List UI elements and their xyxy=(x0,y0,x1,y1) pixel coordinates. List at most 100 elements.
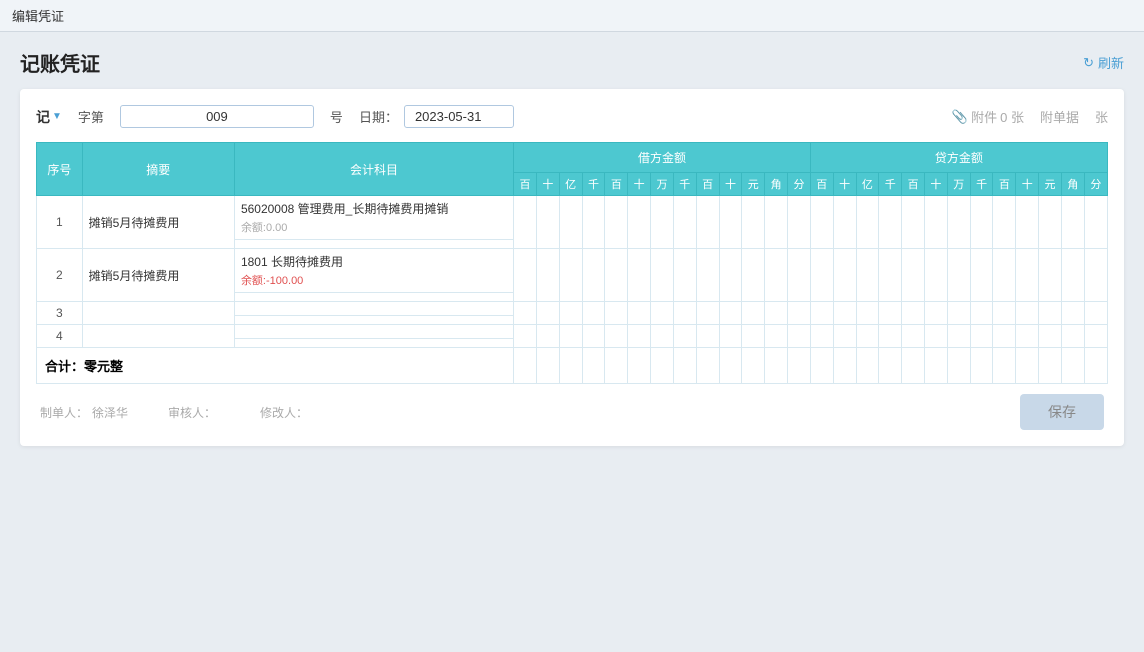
credit-digit-cell[interactable] xyxy=(833,302,856,325)
debit-digit-cell[interactable] xyxy=(605,302,628,325)
credit-digit-cell[interactable] xyxy=(879,249,902,302)
account-cell[interactable]: 56020008 管理费用_长期待摊费用摊销余额:0.00 xyxy=(234,196,513,240)
account-cell[interactable] xyxy=(234,302,513,316)
credit-digit-cell[interactable] xyxy=(970,325,993,348)
debit-digit-cell[interactable] xyxy=(719,325,742,348)
debit-digit-cell[interactable] xyxy=(696,196,719,249)
credit-digit-cell[interactable] xyxy=(856,249,879,302)
credit-digit-cell[interactable] xyxy=(879,325,902,348)
credit-digit-cell[interactable] xyxy=(993,196,1016,249)
credit-digit-cell[interactable] xyxy=(879,302,902,325)
debit-digit-cell[interactable] xyxy=(765,196,788,249)
debit-digit-cell[interactable] xyxy=(582,196,605,249)
credit-digit-cell[interactable] xyxy=(1084,249,1107,302)
credit-digit-cell[interactable] xyxy=(925,249,948,302)
credit-digit-cell[interactable] xyxy=(1039,302,1062,325)
credit-digit-cell[interactable] xyxy=(902,196,925,249)
credit-digit-cell[interactable] xyxy=(833,325,856,348)
debit-digit-cell[interactable] xyxy=(673,302,696,325)
debit-digit-cell[interactable] xyxy=(696,325,719,348)
credit-digit-cell[interactable] xyxy=(810,325,833,348)
credit-digit-cell[interactable] xyxy=(993,249,1016,302)
date-input[interactable] xyxy=(404,105,514,128)
debit-digit-cell[interactable] xyxy=(719,249,742,302)
summary-cell[interactable] xyxy=(82,325,234,348)
credit-digit-cell[interactable] xyxy=(947,196,970,249)
credit-digit-cell[interactable] xyxy=(1016,249,1039,302)
debit-digit-cell[interactable] xyxy=(582,302,605,325)
debit-digit-cell[interactable] xyxy=(788,196,811,249)
debit-digit-cell[interactable] xyxy=(514,249,537,302)
debit-digit-cell[interactable] xyxy=(742,249,765,302)
debit-digit-cell[interactable] xyxy=(765,249,788,302)
credit-digit-cell[interactable] xyxy=(902,302,925,325)
credit-digit-cell[interactable] xyxy=(947,302,970,325)
debit-digit-cell[interactable] xyxy=(605,325,628,348)
debit-digit-cell[interactable] xyxy=(514,302,537,325)
credit-digit-cell[interactable] xyxy=(947,325,970,348)
debit-digit-cell[interactable] xyxy=(582,325,605,348)
credit-digit-cell[interactable] xyxy=(902,325,925,348)
debit-digit-cell[interactable] xyxy=(788,249,811,302)
debit-digit-cell[interactable] xyxy=(719,196,742,249)
credit-digit-cell[interactable] xyxy=(970,249,993,302)
summary-cell[interactable] xyxy=(82,302,234,325)
credit-digit-cell[interactable] xyxy=(947,249,970,302)
debit-digit-cell[interactable] xyxy=(628,249,651,302)
debit-digit-cell[interactable] xyxy=(673,249,696,302)
debit-digit-cell[interactable] xyxy=(696,302,719,325)
attach-single[interactable]: 附单据 xyxy=(1040,107,1079,126)
credit-digit-cell[interactable] xyxy=(1039,325,1062,348)
credit-digit-cell[interactable] xyxy=(925,196,948,249)
debit-digit-cell[interactable] xyxy=(765,302,788,325)
debit-digit-cell[interactable] xyxy=(559,302,582,325)
credit-digit-cell[interactable] xyxy=(925,302,948,325)
debit-digit-cell[interactable] xyxy=(651,302,674,325)
debit-digit-cell[interactable] xyxy=(651,325,674,348)
credit-digit-cell[interactable] xyxy=(902,249,925,302)
debit-digit-cell[interactable] xyxy=(696,249,719,302)
voucher-type-dropdown[interactable]: ▼ xyxy=(52,111,62,122)
debit-digit-cell[interactable] xyxy=(582,249,605,302)
credit-digit-cell[interactable] xyxy=(833,249,856,302)
debit-digit-cell[interactable] xyxy=(788,325,811,348)
debit-digit-cell[interactable] xyxy=(536,325,559,348)
credit-digit-cell[interactable] xyxy=(993,325,1016,348)
refresh-button[interactable]: ↻ 刷新 xyxy=(1083,53,1124,72)
credit-digit-cell[interactable] xyxy=(810,249,833,302)
debit-digit-cell[interactable] xyxy=(651,249,674,302)
debit-digit-cell[interactable] xyxy=(559,249,582,302)
debit-digit-cell[interactable] xyxy=(742,302,765,325)
debit-digit-cell[interactable] xyxy=(628,196,651,249)
debit-digit-cell[interactable] xyxy=(742,325,765,348)
account-cell[interactable] xyxy=(234,325,513,339)
attach-link[interactable]: 📎 附件 0 张 xyxy=(952,107,1024,126)
credit-digit-cell[interactable] xyxy=(1039,196,1062,249)
credit-digit-cell[interactable] xyxy=(856,302,879,325)
credit-digit-cell[interactable] xyxy=(833,196,856,249)
debit-digit-cell[interactable] xyxy=(719,302,742,325)
voucher-number-input[interactable] xyxy=(120,105,314,128)
debit-digit-cell[interactable] xyxy=(673,325,696,348)
credit-digit-cell[interactable] xyxy=(1016,196,1039,249)
credit-digit-cell[interactable] xyxy=(1061,325,1084,348)
debit-digit-cell[interactable] xyxy=(559,196,582,249)
credit-digit-cell[interactable] xyxy=(970,196,993,249)
debit-digit-cell[interactable] xyxy=(628,325,651,348)
credit-digit-cell[interactable] xyxy=(810,196,833,249)
credit-digit-cell[interactable] xyxy=(810,302,833,325)
credit-digit-cell[interactable] xyxy=(1084,325,1107,348)
credit-digit-cell[interactable] xyxy=(1084,302,1107,325)
debit-digit-cell[interactable] xyxy=(651,196,674,249)
debit-digit-cell[interactable] xyxy=(673,196,696,249)
credit-digit-cell[interactable] xyxy=(1061,196,1084,249)
credit-digit-cell[interactable] xyxy=(879,196,902,249)
summary-cell[interactable]: 摊销5月待摊费用 xyxy=(82,249,234,302)
debit-digit-cell[interactable] xyxy=(742,196,765,249)
credit-digit-cell[interactable] xyxy=(1039,249,1062,302)
debit-digit-cell[interactable] xyxy=(536,249,559,302)
account-cell[interactable]: 1801 长期待摊费用余额:-100.00 xyxy=(234,249,513,293)
credit-digit-cell[interactable] xyxy=(993,302,1016,325)
credit-digit-cell[interactable] xyxy=(856,196,879,249)
debit-digit-cell[interactable] xyxy=(765,325,788,348)
